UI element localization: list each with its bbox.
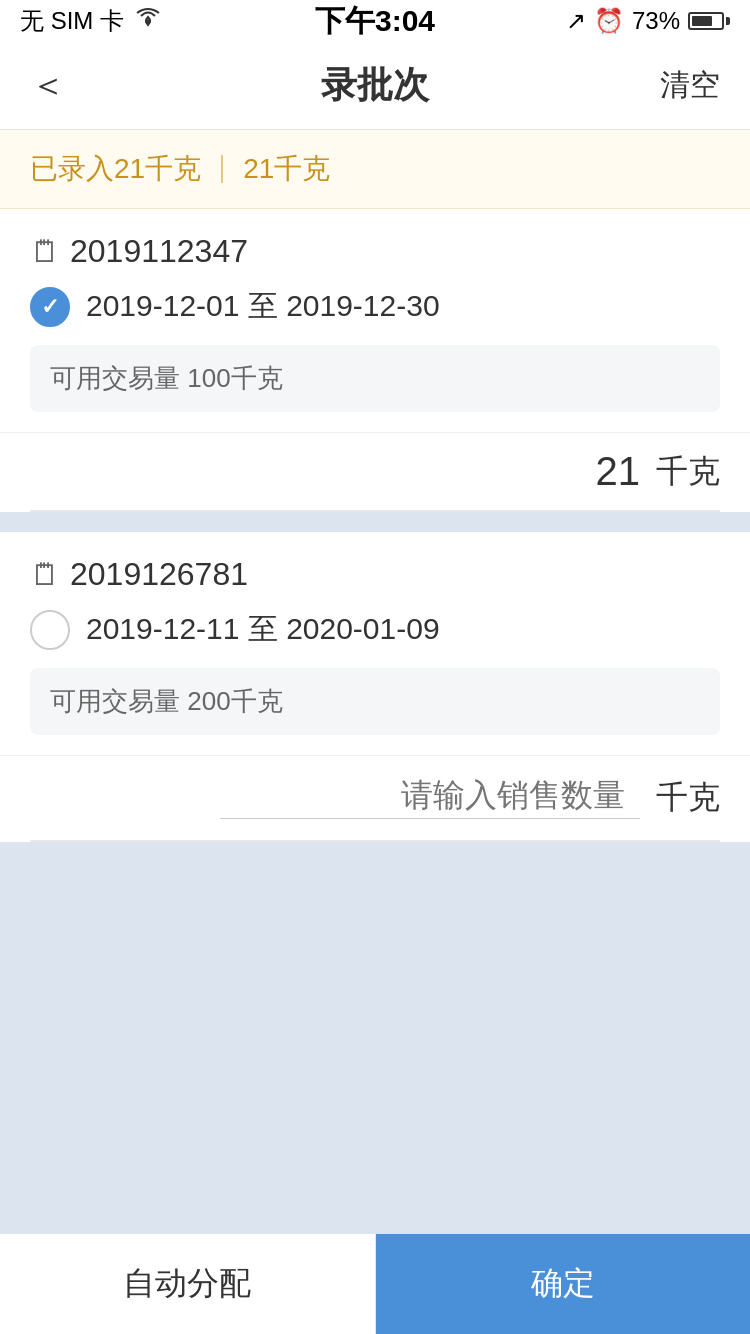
batch-1-header: 🗒 2019112347 (0, 209, 750, 278)
quantity-input-wrapper[interactable] (220, 777, 640, 819)
batch-1-date: 2019-12-01 至 2019-12-30 (86, 286, 440, 327)
back-button[interactable]: ＜ (30, 61, 90, 110)
nav-bar: ＜ 录批次 清空 (0, 42, 750, 130)
batch-1-amount-row: 21 千克 (0, 432, 750, 510)
batch-2-date-row[interactable]: 2019-12-11 至 2020-01-09 (0, 601, 750, 658)
batch-2-input-row: 千克 (0, 755, 750, 840)
batch-1-date-row[interactable]: ✓ 2019-12-01 至 2019-12-30 (0, 278, 750, 335)
batch-card-1: 🗒 2019112347 ✓ 2019-12-01 至 2019-12-30 可… (0, 209, 750, 512)
batch-2-id: 2019126781 (70, 556, 248, 593)
page-title: 录批次 (321, 61, 429, 110)
battery-percent: 73% (632, 7, 680, 35)
summary-value: 21千克 (243, 150, 330, 188)
bottom-bar: 自动分配 确定 (0, 1234, 750, 1334)
status-right: ↗ ⏰ 73% (566, 7, 730, 35)
batch-2-available: 可用交易量 200千克 (30, 668, 720, 735)
wifi-icon (134, 7, 162, 35)
check-icon-1: ✓ (41, 294, 59, 320)
status-time: 下午3:04 (315, 1, 435, 42)
clear-button[interactable]: 清空 (660, 65, 720, 106)
summary-label: 已录入21千克 (30, 150, 201, 188)
location-icon: ↗ (566, 7, 586, 35)
section-separator (0, 512, 750, 532)
no-sim-text: 无 SIM 卡 (20, 5, 124, 37)
auto-distribute-button[interactable]: 自动分配 (0, 1234, 376, 1334)
batch-1-id: 2019112347 (70, 233, 248, 270)
quantity-input[interactable] (240, 777, 640, 814)
batch-2-radio[interactable] (30, 610, 70, 650)
confirm-button[interactable]: 确定 (376, 1234, 751, 1334)
batch-2-unit: 千克 (656, 776, 720, 820)
batch-2-date: 2019-12-11 至 2020-01-09 (86, 609, 440, 650)
battery-indicator (688, 12, 730, 30)
alarm-icon: ⏰ (594, 7, 624, 35)
batch-2-header: 🗒 2019126781 (0, 532, 750, 601)
batch-1-amount-value: 21 (596, 449, 641, 494)
batch-id-icon-1: 🗒 (30, 235, 60, 269)
summary-divider (221, 155, 223, 183)
status-bar: 无 SIM 卡 下午3:04 ↗ ⏰ 73% (0, 0, 750, 42)
empty-area (0, 842, 750, 1242)
summary-banner: 已录入21千克 21千克 (0, 130, 750, 209)
status-left: 无 SIM 卡 (20, 5, 162, 37)
batch-id-icon-2: 🗒 (30, 558, 60, 592)
batch-1-radio[interactable]: ✓ (30, 287, 70, 327)
batch-1-available: 可用交易量 100千克 (30, 345, 720, 412)
batch-card-2: 🗒 2019126781 2019-12-11 至 2020-01-09 可用交… (0, 532, 750, 842)
batch-1-amount-unit: 千克 (656, 450, 720, 494)
